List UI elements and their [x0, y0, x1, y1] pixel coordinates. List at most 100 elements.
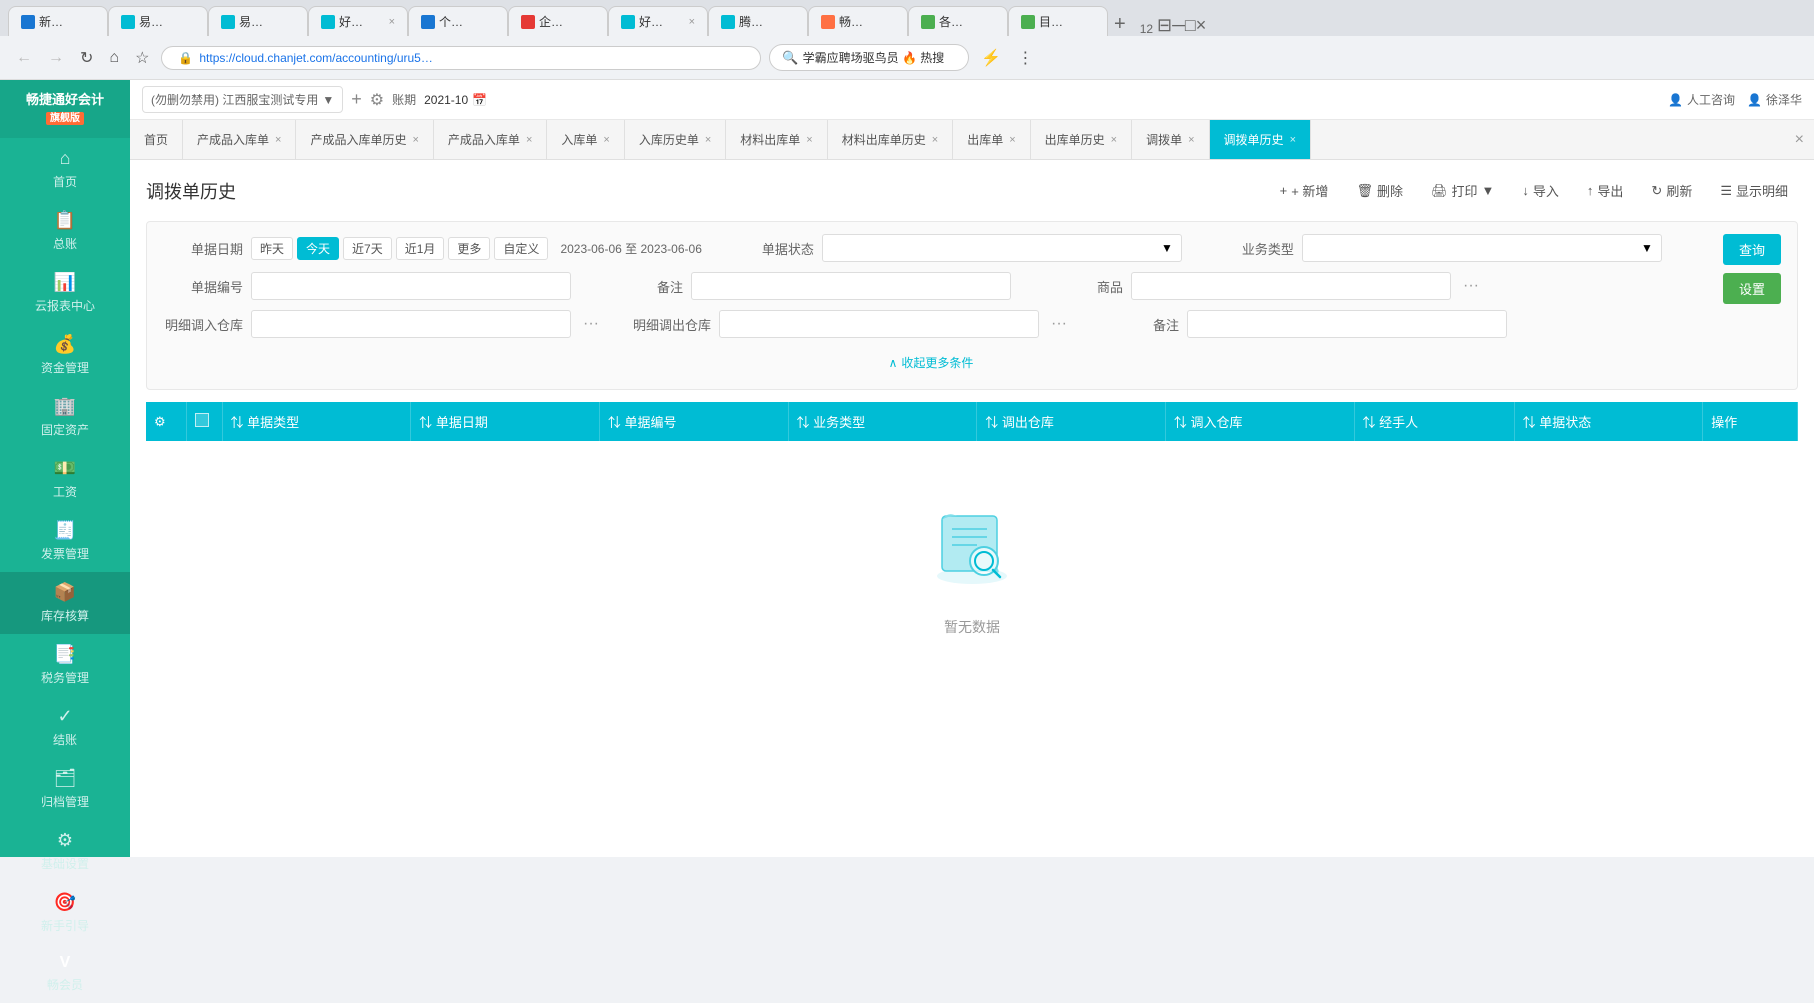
page-tab-close-6[interactable]: × [806, 134, 812, 146]
col-doc-status[interactable]: ⇅ 单据状态 [1514, 402, 1703, 441]
query-button[interactable]: 查询 [1723, 234, 1781, 265]
sidebar-item-assets[interactable]: 🏢 固定资产 [0, 386, 130, 448]
col-out-warehouse[interactable]: ⇅ 调出仓库 [977, 402, 1166, 441]
page-tab-product-in-hist[interactable]: 产成品入库单历史 × [296, 120, 433, 159]
page-tab-close-8[interactable]: × [1009, 134, 1015, 146]
sidebar-item-closing[interactable]: ✓ 结账 [0, 696, 130, 758]
page-tab-close-3[interactable]: × [526, 134, 532, 146]
page-tab-close-4[interactable]: × [603, 134, 609, 146]
close-all-tabs-button[interactable]: × [1785, 131, 1814, 149]
minimize-button[interactable]: ─ [1172, 15, 1185, 36]
table-settings-header[interactable]: ⚙ [146, 402, 186, 441]
col-biz-type[interactable]: ⇅ 业务类型 [788, 402, 977, 441]
page-tab-mat-out-hist[interactable]: 材料出库单历史 × [828, 120, 953, 159]
company-selector[interactable]: (勿删勿禁用) 江西服宝测试专用 ▼ [142, 86, 343, 113]
status-filter-select[interactable]: ▼ [822, 234, 1182, 262]
select-all-checkbox[interactable] [195, 413, 209, 427]
back-button[interactable]: ← [12, 45, 36, 71]
tab-list-button[interactable]: ⊟ [1157, 15, 1172, 36]
note2-filter-input[interactable] [1187, 310, 1507, 338]
biz-type-filter-select[interactable]: ▼ [1302, 234, 1662, 262]
sidebar-item-member[interactable]: V 畅会员 [0, 944, 130, 1003]
user-button[interactable]: 👤 徐泽华 [1747, 91, 1802, 108]
import-button[interactable]: ↓ 导入 [1512, 176, 1569, 205]
add-company-button[interactable]: + [351, 89, 362, 110]
browser-tab-8[interactable]: 腾… [708, 6, 808, 36]
browser-tab-5[interactable]: 个… [408, 6, 508, 36]
browser-tab-6[interactable]: 企… [508, 6, 608, 36]
sidebar-item-settings[interactable]: ⚙ 基础设置 [0, 820, 130, 882]
sidebar-item-home[interactable]: ⌂ 首页 [0, 138, 130, 200]
note-filter-input[interactable] [691, 272, 1011, 300]
sidebar-item-guide[interactable]: 🎯 新手引导 [0, 882, 130, 944]
forward-button[interactable]: → [44, 45, 68, 71]
date-btn-today[interactable]: 今天 [297, 237, 339, 260]
sidebar-item-payroll[interactable]: 💵 工资 [0, 448, 130, 510]
new-tab-button[interactable]: + [1108, 13, 1132, 36]
search-bar[interactable]: 🔍 学霸应聘场驱鸟员 🔥 热搜 [769, 44, 969, 71]
sidebar-logo[interactable]: 畅捷通好会计 旗舰版 [0, 80, 130, 138]
sidebar-item-tax[interactable]: 📑 税务管理 [0, 634, 130, 696]
export-button[interactable]: ↑ 导出 [1577, 176, 1634, 205]
page-tab-home[interactable]: 首页 [130, 120, 183, 159]
help-button[interactable]: 👤 人工咨询 [1668, 91, 1735, 108]
goods-filter-input[interactable] [1131, 272, 1451, 300]
sidebar-item-archive[interactable]: 🗂 归档管理 [0, 758, 130, 820]
page-tab-close-11[interactable]: × [1290, 134, 1296, 146]
sidebar-item-funds[interactable]: 💰 资金管理 [0, 324, 130, 386]
page-tab-close-10[interactable]: × [1188, 134, 1194, 146]
browser-tab-10[interactable]: 各… [908, 6, 1008, 36]
period-selector[interactable]: 2021-10 📅 [424, 93, 487, 107]
date-btn-yesterday[interactable]: 昨天 [251, 237, 293, 260]
detail-in-filter-input[interactable] [251, 310, 571, 338]
browser-tab-2[interactable]: 易… [108, 6, 208, 36]
display-detail-button[interactable]: ☰ 显示明细 [1710, 176, 1798, 205]
close-window-button[interactable]: × [1196, 15, 1207, 36]
maximize-button[interactable]: □ [1185, 15, 1196, 36]
detail-out-filter-input[interactable] [719, 310, 1039, 338]
page-tab-transfer-hist[interactable]: 调拨单历史 × [1210, 120, 1311, 159]
page-tab-transfer[interactable]: 调拨单 × [1132, 120, 1209, 159]
menu-button[interactable]: ⋮ [1013, 44, 1037, 72]
page-tab-in[interactable]: 入库单 × [547, 120, 624, 159]
sidebar-item-ledger[interactable]: 📋 总账 [0, 200, 130, 262]
browser-tab-9[interactable]: 畅… [808, 6, 908, 36]
refresh-button[interactable]: ↻ [76, 44, 97, 72]
detail-out-more-icon[interactable]: ··· [1051, 315, 1067, 333]
browser-tab-1[interactable]: 新… [8, 6, 108, 36]
date-btn-custom[interactable]: 自定义 [494, 237, 548, 260]
page-tab-close-5[interactable]: × [705, 134, 711, 146]
page-tab-product-in[interactable]: 产成品入库单 × [183, 120, 296, 159]
sidebar-item-reports[interactable]: 📊 云报表中心 [0, 262, 130, 324]
col-doc-no[interactable]: ⇅ 单据编号 [599, 402, 788, 441]
browser-tab-11[interactable]: 目… [1008, 6, 1108, 36]
page-tab-close-7[interactable]: × [932, 134, 938, 146]
col-doc-type[interactable]: ⇅ 单据类型 [222, 402, 411, 441]
col-doc-date[interactable]: ⇅ 单据日期 [411, 402, 600, 441]
date-btn-more[interactable]: 更多 [448, 237, 490, 260]
print-button[interactable]: 🖨 打印 ▼ [1421, 176, 1504, 205]
home-button[interactable]: ⌂ [105, 45, 123, 71]
extensions-button[interactable]: ⚡ [977, 44, 1005, 72]
page-tab-close-2[interactable]: × [412, 134, 418, 146]
delete-button[interactable]: 🗑 删除 [1346, 176, 1413, 205]
bookmark-button[interactable]: ☆ [131, 44, 153, 72]
new-record-button[interactable]: + + 新增 [1270, 176, 1339, 205]
sidebar-item-invoice[interactable]: 🧾 发票管理 [0, 510, 130, 572]
table-check-header[interactable] [186, 402, 222, 441]
page-tab-in-hist[interactable]: 入库历史单 × [625, 120, 726, 159]
date-btn-7days[interactable]: 近7天 [343, 237, 392, 260]
col-handler[interactable]: ⇅ 经手人 [1354, 402, 1514, 441]
browser-tab-7[interactable]: 好… × [608, 6, 708, 36]
date-btn-1month[interactable]: 近1月 [396, 237, 445, 260]
page-tab-out-hist[interactable]: 出库单历史 × [1031, 120, 1132, 159]
page-tab-close-1[interactable]: × [275, 134, 281, 146]
doc-no-filter-input[interactable] [251, 272, 571, 300]
company-settings-button[interactable]: ⚙ [370, 90, 384, 110]
refresh-data-button[interactable]: ↻ 刷新 [1641, 176, 1702, 205]
browser-tab-4[interactable]: 好… × [308, 6, 408, 36]
collapse-button[interactable]: ∧ 收起更多条件 [163, 348, 1699, 377]
tab-close-4[interactable]: × [389, 16, 395, 28]
col-in-warehouse[interactable]: ⇅ 调入仓库 [1165, 402, 1354, 441]
detail-in-more-icon[interactable]: ··· [583, 315, 599, 333]
